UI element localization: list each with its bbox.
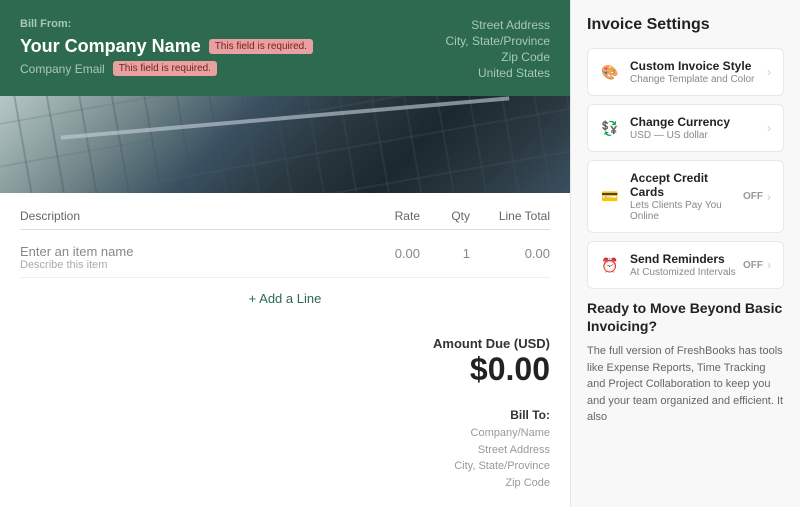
settings-right-send-reminders: OFF › — [743, 258, 771, 272]
city-state-field[interactable]: City, State/Province — [446, 34, 550, 48]
settings-subtitle-accept-credit-cards: Lets Clients Pay You Online — [630, 200, 743, 222]
company-name-required-badge: This field is required. — [209, 39, 313, 54]
bill-from-left: Bill From: Your Company Name This field … — [20, 18, 313, 76]
bill-from-right: Street Address City, State/Province Zip … — [446, 18, 550, 80]
settings-subtitle-change-currency: USD — US dollar — [630, 130, 767, 141]
settings-content-change-currency: Change Currency USD — US dollar — [630, 115, 767, 141]
settings-right-accept-credit-cards: OFF › — [743, 190, 771, 204]
company-email-label: Company Email — [20, 62, 105, 76]
settings-title-change-currency: Change Currency — [630, 115, 767, 129]
settings-title-custom-invoice-style: Custom Invoice Style — [630, 59, 767, 73]
chevron-send-reminders-icon: › — [767, 258, 771, 272]
settings-items-container: 🎨 Custom Invoice Style Change Template a… — [587, 48, 784, 289]
header-description: Description — [20, 209, 340, 223]
settings-right-change-currency: › — [767, 121, 771, 135]
line-items-header: Description Rate Qty Line Total — [20, 209, 550, 230]
upsell-box: Ready to Move Beyond Basic Invoicing? Th… — [587, 299, 784, 426]
chevron-custom-invoice-style-icon: › — [767, 65, 771, 79]
item-total: 0.00 — [470, 244, 550, 261]
zip-code-field[interactable]: Zip Code — [446, 50, 550, 64]
settings-right-custom-invoice-style: › — [767, 65, 771, 79]
settings-content-accept-credit-cards: Accept Credit Cards Lets Clients Pay You… — [630, 171, 743, 222]
settings-item-custom-invoice-style[interactable]: 🎨 Custom Invoice Style Change Template a… — [587, 48, 784, 96]
hero-image — [0, 96, 570, 193]
bottom-section: Amount Due (USD) $0.00 Bill To: Company/… — [0, 336, 570, 507]
bill-from-header: Bill From: Your Company Name This field … — [0, 0, 570, 96]
bill-to-zip[interactable]: Zip Code — [454, 475, 550, 492]
item-rate[interactable]: 0.00 — [340, 244, 420, 261]
settings-icon-accept-credit-cards: 💳 — [600, 187, 620, 207]
company-email-required-badge: This field is required. — [113, 61, 217, 76]
settings-icon-custom-invoice-style: 🎨 — [600, 62, 620, 82]
amount-due-value: $0.00 — [433, 351, 550, 388]
settings-title-accept-credit-cards: Accept Credit Cards — [630, 171, 743, 199]
chevron-change-currency-icon: › — [767, 121, 771, 135]
street-address-field[interactable]: Street Address — [446, 18, 550, 32]
header-qty: Qty — [420, 209, 470, 223]
item-name[interactable]: Enter an item name — [20, 244, 340, 259]
bill-from-label: Bill From: — [20, 18, 313, 30]
header-rate: Rate — [340, 209, 420, 223]
table-row: Enter an item name Describe this item 0.… — [20, 238, 550, 278]
bill-to-label: Bill To: — [454, 408, 550, 422]
settings-item-send-reminders[interactable]: ⏰ Send Reminders At Customized Intervals… — [587, 241, 784, 289]
toggle-send-reminders[interactable]: OFF — [743, 260, 763, 271]
add-line-row: + Add a Line — [20, 278, 550, 320]
settings-item-change-currency[interactable]: 💱 Change Currency USD — US dollar › — [587, 104, 784, 152]
bill-to-section: Bill To: Company/Name Street Address Cit… — [454, 404, 550, 491]
chevron-accept-credit-cards-icon: › — [767, 190, 771, 204]
settings-item-accept-credit-cards[interactable]: 💳 Accept Credit Cards Lets Clients Pay Y… — [587, 160, 784, 233]
company-name-row: Your Company Name This field is required… — [20, 36, 313, 57]
bill-to-street[interactable]: Street Address — [454, 442, 550, 459]
upsell-text: The full version of FreshBooks has tools… — [587, 343, 784, 426]
settings-title: Invoice Settings — [587, 16, 784, 34]
invoice-body: Description Rate Qty Line Total Enter an… — [0, 193, 570, 336]
right-panel: Invoice Settings 🎨 Custom Invoice Style … — [570, 0, 800, 507]
settings-content-send-reminders: Send Reminders At Customized Intervals — [630, 252, 743, 278]
settings-icon-change-currency: 💱 — [600, 118, 620, 138]
bill-to-company-name[interactable]: Company/Name — [454, 425, 550, 442]
settings-title-send-reminders: Send Reminders — [630, 252, 743, 266]
header-line-total: Line Total — [470, 209, 550, 223]
upsell-title: Ready to Move Beyond Basic Invoicing? — [587, 299, 784, 335]
amount-due-label: Amount Due (USD) — [433, 336, 550, 351]
amount-due: Amount Due (USD) $0.00 — [433, 336, 550, 388]
settings-icon-send-reminders: ⏰ — [600, 255, 620, 275]
country-field[interactable]: United States — [446, 66, 550, 80]
item-name-cell: Enter an item name Describe this item — [20, 244, 340, 271]
add-line-button[interactable]: + Add a Line — [249, 291, 322, 306]
company-name: Your Company Name — [20, 36, 201, 57]
item-description[interactable]: Describe this item — [20, 259, 340, 271]
item-qty[interactable]: 1 — [420, 244, 470, 261]
left-panel: Bill From: Your Company Name This field … — [0, 0, 570, 507]
toggle-accept-credit-cards[interactable]: OFF — [743, 191, 763, 202]
settings-subtitle-custom-invoice-style: Change Template and Color — [630, 74, 767, 85]
settings-subtitle-send-reminders: At Customized Intervals — [630, 267, 743, 278]
settings-content-custom-invoice-style: Custom Invoice Style Change Template and… — [630, 59, 767, 85]
bill-to-city-state[interactable]: City, State/Province — [454, 458, 550, 475]
company-email-row: Company Email This field is required. — [20, 61, 313, 76]
